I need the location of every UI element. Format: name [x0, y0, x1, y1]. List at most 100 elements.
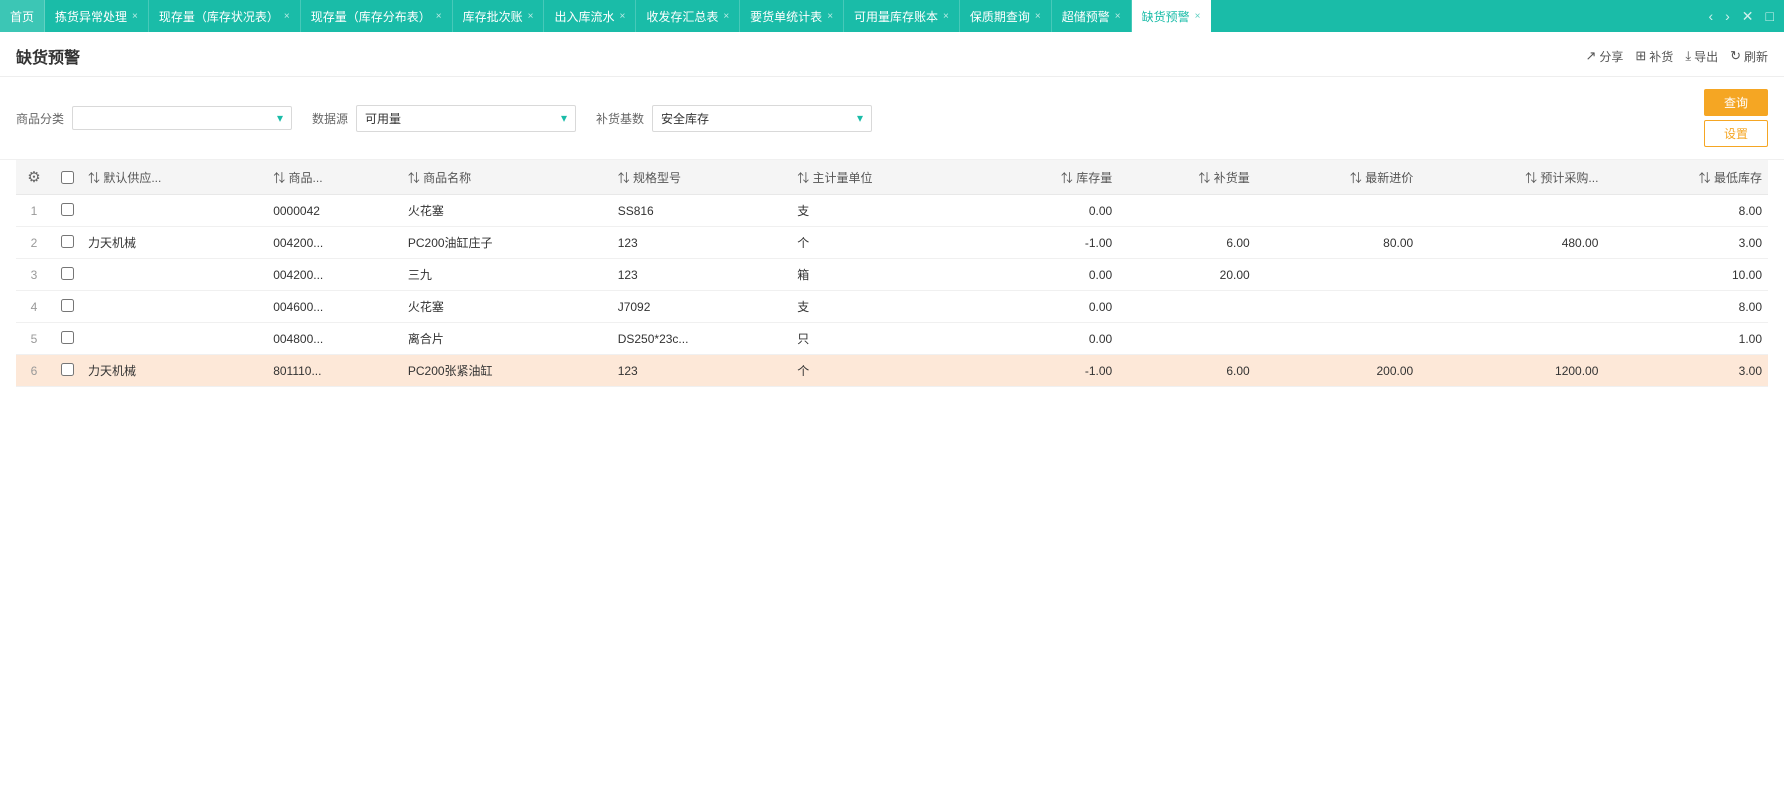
- row-unit: 只: [791, 323, 981, 355]
- row-stock: 0.00: [981, 259, 1118, 291]
- nav-maximize-button[interactable]: □: [1760, 8, 1780, 24]
- filter-actions: 查询 设置: [1704, 89, 1768, 147]
- tab-close-xianzlb[interactable]: ×: [436, 11, 442, 22]
- col-supplier-label: ⇅ 默认供应...: [88, 169, 161, 186]
- export-icon: ⤓: [1685, 48, 1691, 64]
- row-latest-price: [1256, 195, 1420, 227]
- nav-tab-keyongl[interactable]: 可用量库存账本×: [844, 0, 960, 32]
- row-latest-price: [1256, 323, 1420, 355]
- nav-tab-churk[interactable]: 出入库流水×: [544, 0, 636, 32]
- row-product-code: 004800...: [267, 323, 402, 355]
- row-checkbox[interactable]: [61, 331, 74, 344]
- tab-close-churk[interactable]: ×: [619, 11, 625, 22]
- row-product-name: PC200油缸庄子: [402, 227, 612, 259]
- row-index: 2: [16, 227, 52, 259]
- nav-tab-quehyw[interactable]: 缺货预警×: [1132, 0, 1212, 32]
- tab-close-shoufs[interactable]: ×: [723, 11, 729, 22]
- data-table: ⚙ ⇅ 默认供应... ⇅: [16, 160, 1768, 387]
- row-supplement: [1118, 291, 1255, 323]
- table-row: 4004600...火花塞J7092支0.008.00: [16, 291, 1768, 323]
- row-unit: 支: [791, 291, 981, 323]
- row-min-stock: 3.00: [1604, 355, 1768, 387]
- col-supplement-label: ⇅ 补货量: [1198, 169, 1249, 186]
- query-button[interactable]: 查询: [1704, 89, 1768, 116]
- row-checkbox[interactable]: [61, 363, 74, 376]
- row-checkbox[interactable]: [61, 235, 74, 248]
- row-estimated-purchase: 480.00: [1419, 227, 1604, 259]
- share-button[interactable]: ↗ 分享: [1585, 48, 1623, 65]
- row-unit: 箱: [791, 259, 981, 291]
- tab-close-keyongl[interactable]: ×: [943, 11, 949, 22]
- nav-bar: 首页拣货异常处理×现存量（库存状况表）×现存量（库存分布表）×库存批次账×出入库…: [0, 0, 1784, 32]
- nav-tab-tycyc[interactable]: 拣货异常处理×: [45, 0, 149, 32]
- col-min-stock-label: ⇅ 最低库存: [1699, 169, 1762, 186]
- row-product-code: 004200...: [267, 259, 402, 291]
- datasource-value: 可用量: [365, 110, 401, 127]
- col-product-name-label: ⇅ 商品名称: [408, 169, 471, 186]
- nav-tab-chaocy[interactable]: 超储预警×: [1052, 0, 1132, 32]
- row-stock: -1.00: [981, 227, 1118, 259]
- row-supplier: [82, 291, 267, 323]
- column-settings-icon[interactable]: ⚙: [27, 168, 40, 186]
- tab-close-quehyw[interactable]: ×: [1195, 11, 1201, 22]
- row-supplement: 20.00: [1118, 259, 1255, 291]
- tab-close-baozq[interactable]: ×: [1035, 11, 1041, 22]
- datasource-select[interactable]: 可用量 ▾: [356, 105, 576, 132]
- nav-close-button[interactable]: ✕: [1736, 8, 1760, 25]
- nav-tab-yaohd[interactable]: 要货单统计表×: [740, 0, 844, 32]
- row-estimated-purchase: [1419, 323, 1604, 355]
- category-filter-group: 商品分类 ▾: [16, 106, 292, 130]
- tab-close-xianzl[interactable]: ×: [284, 11, 290, 22]
- row-checkbox[interactable]: [61, 203, 74, 216]
- tab-close-tycyc[interactable]: ×: [132, 11, 138, 22]
- row-stock: -1.00: [981, 355, 1118, 387]
- nav-tab-pczhang[interactable]: 库存批次账×: [453, 0, 545, 32]
- row-product-code: 0000042: [267, 195, 402, 227]
- replenish-arrow-icon: ▾: [857, 111, 863, 125]
- col-estimated-purchase: ⇅ 预计采购...: [1419, 160, 1604, 195]
- row-supplement: 6.00: [1118, 227, 1255, 259]
- tab-close-chaocy[interactable]: ×: [1115, 11, 1121, 22]
- col-estimated-purchase-label: ⇅ 预计采购...: [1525, 169, 1598, 186]
- select-all-checkbox[interactable]: [61, 171, 74, 184]
- tab-close-yaohd[interactable]: ×: [827, 11, 833, 22]
- row-checkbox-cell: [52, 323, 82, 355]
- col-supplement: ⇅ 补货量: [1118, 160, 1255, 195]
- page-header: 缺货预警 ↗ 分享 ⊞ 补货 ⤓ 导出 ↻ 刷新: [0, 32, 1784, 77]
- nav-tab-xianzlb[interactable]: 现存量（库存分布表）×: [301, 0, 453, 32]
- nav-tab-baozq[interactable]: 保质期查询×: [960, 0, 1052, 32]
- nav-tab-shoufs[interactable]: 收发存汇总表×: [636, 0, 740, 32]
- supplement-button[interactable]: ⊞ 补货: [1635, 48, 1673, 65]
- row-checkbox[interactable]: [61, 299, 74, 312]
- row-unit: 个: [791, 227, 981, 259]
- col-spec-label: ⇅ 规格型号: [618, 169, 681, 186]
- replenish-select[interactable]: 安全库存 ▾: [652, 105, 872, 132]
- row-unit: 支: [791, 195, 981, 227]
- col-min-stock: ⇅ 最低库存: [1604, 160, 1768, 195]
- nav-tab-home[interactable]: 首页: [0, 0, 45, 32]
- replenish-label: 补货基数: [596, 110, 644, 127]
- table-row: 3004200...三九123箱0.0020.0010.00: [16, 259, 1768, 291]
- tab-close-pczhang[interactable]: ×: [528, 11, 534, 22]
- row-spec: 123: [612, 259, 792, 291]
- nav-tab-xianzl[interactable]: 现存量（库存状况表）×: [149, 0, 301, 32]
- row-stock: 0.00: [981, 323, 1118, 355]
- row-estimated-purchase: [1419, 259, 1604, 291]
- row-estimated-purchase: [1419, 195, 1604, 227]
- row-product-code: 004200...: [267, 227, 402, 259]
- row-product-name: 三九: [402, 259, 612, 291]
- export-button[interactable]: ⤓ 导出: [1685, 48, 1718, 65]
- category-select[interactable]: ▾: [72, 106, 292, 130]
- row-spec: SS816: [612, 195, 792, 227]
- settings-button[interactable]: 设置: [1704, 120, 1768, 147]
- row-stock: 0.00: [981, 195, 1118, 227]
- row-index: 6: [16, 355, 52, 387]
- row-supplement: [1118, 323, 1255, 355]
- row-latest-price: [1256, 259, 1420, 291]
- row-checkbox[interactable]: [61, 267, 74, 280]
- refresh-button[interactable]: ↻ 刷新: [1730, 48, 1768, 65]
- nav-prev-button[interactable]: ‹: [1702, 8, 1719, 24]
- share-icon: ↗: [1585, 48, 1596, 64]
- nav-next-button[interactable]: ›: [1719, 8, 1736, 24]
- datasource-label: 数据源: [312, 110, 348, 127]
